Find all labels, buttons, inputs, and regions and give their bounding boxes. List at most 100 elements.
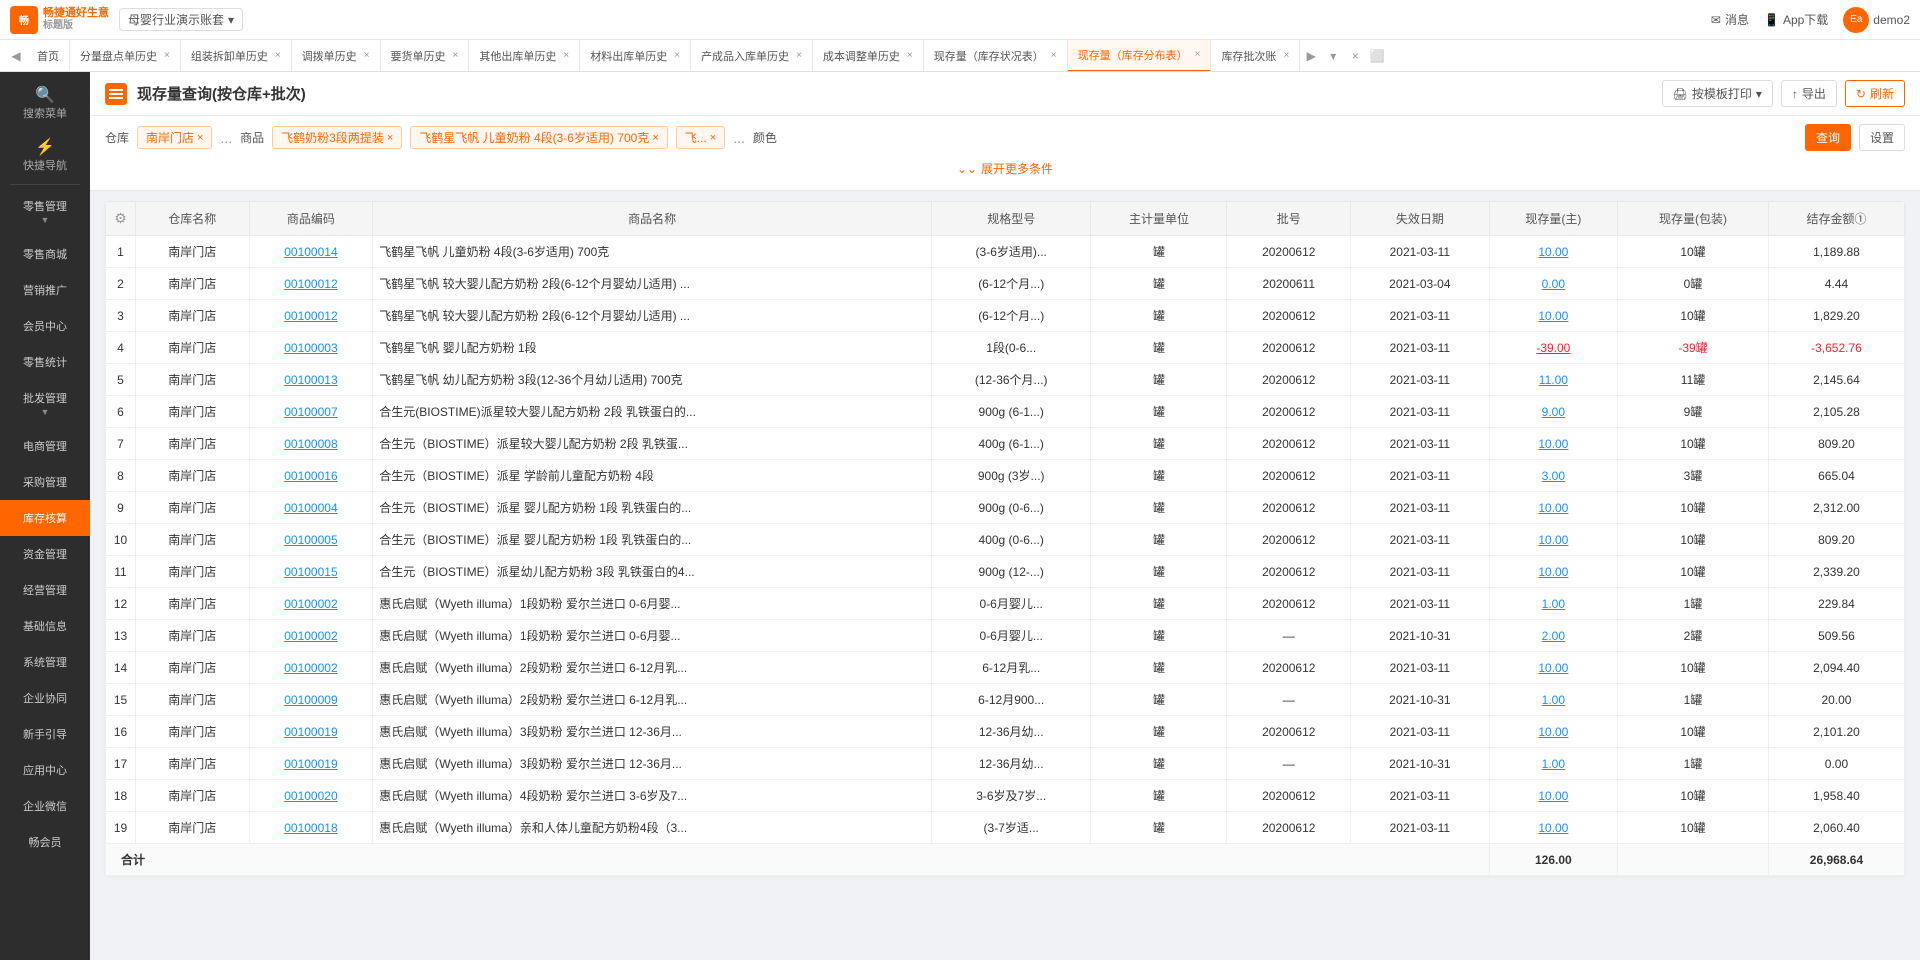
tab-disassemble[interactable]: 组装拆卸单历史 × [181, 40, 292, 72]
sidebar-search[interactable]: 🔍 搜索菜单 [23, 77, 67, 129]
cell-qty-main[interactable]: -39.00 [1489, 332, 1617, 364]
cell-qty-main[interactable]: 10.00 [1489, 236, 1617, 268]
tab-stock-status[interactable]: 现存量（库存状况表） × [924, 40, 1068, 72]
tab-product-in[interactable]: 产成品入库单历史 × [691, 40, 813, 72]
expand-sidebar-btn[interactable] [105, 83, 127, 105]
workspace-selector[interactable]: 母婴行业演示账套 ▾ [119, 8, 243, 31]
tab-transfer[interactable]: 调拨单历史 × [292, 40, 381, 72]
cell-qty-main[interactable]: 0.00 [1489, 268, 1617, 300]
product-tag-3[interactable]: 飞... × [676, 126, 725, 149]
tab-requisition[interactable]: 要货单历史 × [381, 40, 470, 72]
tab-cost-adjust-close[interactable]: × [907, 50, 913, 61]
tab-stock-dist[interactable]: 现存量（库存分布表） × [1068, 40, 1212, 72]
cell-code[interactable]: 00100013 [249, 364, 373, 396]
cell-code[interactable]: 00100012 [249, 300, 373, 332]
product-tag-2-close[interactable]: × [652, 132, 658, 144]
cell-qty-main[interactable]: 10.00 [1489, 716, 1617, 748]
setting-btn[interactable]: 设置 [1859, 124, 1905, 151]
sidebar-quick-nav[interactable]: ⚡ 快捷导航 [23, 129, 67, 181]
print-btn[interactable]: 🖨 按模板打印 ▾ [1662, 80, 1773, 107]
cell-code[interactable]: 00100002 [249, 588, 373, 620]
cell-qty-main[interactable]: 10.00 [1489, 780, 1617, 812]
sidebar-item-marketing[interactable]: 营销推广 [0, 272, 90, 308]
tab-cost-adjust[interactable]: 成本调整单历史 × [813, 40, 924, 72]
sidebar-item-wechat[interactable]: 企业微信 [0, 788, 90, 824]
tab-requisition-close[interactable]: × [453, 50, 459, 61]
sidebar-item-retail-shop[interactable]: 零售商城 [0, 236, 90, 272]
message-btn[interactable]: ✉ 消息 [1711, 11, 1749, 28]
cell-code[interactable]: 00100007 [249, 396, 373, 428]
cell-code[interactable]: 00100015 [249, 556, 373, 588]
sidebar-item-guide[interactable]: 新手引导 [0, 716, 90, 752]
cell-code[interactable]: 00100012 [249, 268, 373, 300]
cell-qty-main[interactable]: 10.00 [1489, 524, 1617, 556]
cell-code[interactable]: 00100014 [249, 236, 373, 268]
cell-code[interactable]: 00100004 [249, 492, 373, 524]
cell-code[interactable]: 00100002 [249, 620, 373, 652]
expand-conditions-btn[interactable]: ⌄⌄ 展开更多条件 [957, 160, 1053, 177]
sidebar-item-operation[interactable]: 经营管理 [0, 572, 90, 608]
cell-qty-main[interactable]: 10.00 [1489, 492, 1617, 524]
tab-batch-voucher[interactable]: 库存批次账 × [1211, 40, 1300, 72]
warehouse-tag-close[interactable]: × [197, 132, 203, 144]
tab-transfer-close[interactable]: × [364, 50, 370, 61]
tab-close-all-btn[interactable]: × [1344, 40, 1366, 72]
sidebar-item-app-center[interactable]: 应用中心 [0, 752, 90, 788]
cell-code[interactable]: 00100005 [249, 524, 373, 556]
product-tag-1-close[interactable]: × [387, 132, 393, 144]
sidebar-item-purchase[interactable]: 采购管理 [0, 464, 90, 500]
cell-qty-main[interactable]: 2.00 [1489, 620, 1617, 652]
cell-qty-main[interactable]: 9.00 [1489, 396, 1617, 428]
tab-prev-btn[interactable]: ◀ [5, 40, 27, 72]
tab-disassemble-close[interactable]: × [275, 50, 281, 61]
cell-code[interactable]: 00100016 [249, 460, 373, 492]
tab-material-out-close[interactable]: × [674, 50, 680, 61]
tab-material-out[interactable]: 材料出库单历史 × [580, 40, 691, 72]
sidebar-item-system[interactable]: 系统管理 [0, 644, 90, 680]
tab-batch-voucher-close[interactable]: × [1283, 50, 1289, 61]
sidebar-item-finance[interactable]: 资金管理 [0, 536, 90, 572]
tab-next-btn[interactable]: ▶ [1300, 40, 1322, 72]
export-btn[interactable]: ↑ 导出 [1781, 80, 1837, 107]
sidebar-item-retail-stats[interactable]: 零售统计 [0, 344, 90, 380]
sidebar-item-ecommerce[interactable]: 电商管理 [0, 428, 90, 464]
tab-product-in-close[interactable]: × [796, 50, 802, 61]
cell-qty-main[interactable]: 10.00 [1489, 300, 1617, 332]
cell-code[interactable]: 00100008 [249, 428, 373, 460]
sidebar-item-retail-manage[interactable]: 零售管理 ▼ [0, 188, 90, 236]
cell-qty-main[interactable]: 1.00 [1489, 748, 1617, 780]
cell-code[interactable]: 00100009 [249, 684, 373, 716]
cell-code[interactable]: 00100019 [249, 716, 373, 748]
tab-other-out-close[interactable]: × [563, 50, 569, 61]
cell-code[interactable]: 00100020 [249, 780, 373, 812]
sidebar-item-basic[interactable]: 基础信息 [0, 608, 90, 644]
cell-qty-main[interactable]: 3.00 [1489, 460, 1617, 492]
refresh-btn[interactable]: ↻ 刷新 [1845, 80, 1905, 107]
cell-qty-main[interactable]: 11.00 [1489, 364, 1617, 396]
tab-split-close[interactable]: × [164, 50, 170, 61]
tab-maximize-btn[interactable]: ⬜ [1366, 40, 1388, 72]
cell-code[interactable]: 00100003 [249, 332, 373, 364]
cell-qty-main[interactable]: 10.00 [1489, 812, 1617, 844]
cell-qty-main[interactable]: 10.00 [1489, 652, 1617, 684]
tab-stock-dist-close[interactable]: × [1195, 49, 1201, 60]
cell-qty-main[interactable]: 1.00 [1489, 684, 1617, 716]
warehouse-tag[interactable]: 南岸门店 × [137, 126, 212, 149]
settings-icon[interactable]: ⚙ [114, 210, 127, 226]
search-btn[interactable]: 查询 [1805, 124, 1851, 151]
product-tag-1[interactable]: 飞鹤奶粉3段两提装 × [272, 126, 402, 149]
tab-split-inventory[interactable]: 分量盘点单历史 × [70, 40, 181, 72]
product-tag-3-close[interactable]: × [710, 132, 716, 144]
cell-qty-main[interactable]: 1.00 [1489, 588, 1617, 620]
product-tag-2[interactable]: 飞鹤星飞帆 儿童奶粉 4段(3-6岁适用) 700克 × [410, 126, 667, 149]
tab-other-out[interactable]: 其他出库单历史 × [469, 40, 580, 72]
cell-code[interactable]: 00100018 [249, 812, 373, 844]
app-download-btn[interactable]: 📱 App下载 [1764, 11, 1828, 28]
tab-stock-status-close[interactable]: × [1051, 50, 1057, 61]
user-avatar-area[interactable]: Ea demo2 [1843, 7, 1910, 33]
cell-qty-main[interactable]: 10.00 [1489, 428, 1617, 460]
cell-qty-main[interactable]: 10.00 [1489, 556, 1617, 588]
product-ellipsis[interactable]: ... [733, 130, 745, 146]
sidebar-item-vip[interactable]: 畅会员 [0, 824, 90, 860]
sidebar-item-wholesale[interactable]: 批发管理 ▼ [0, 380, 90, 428]
